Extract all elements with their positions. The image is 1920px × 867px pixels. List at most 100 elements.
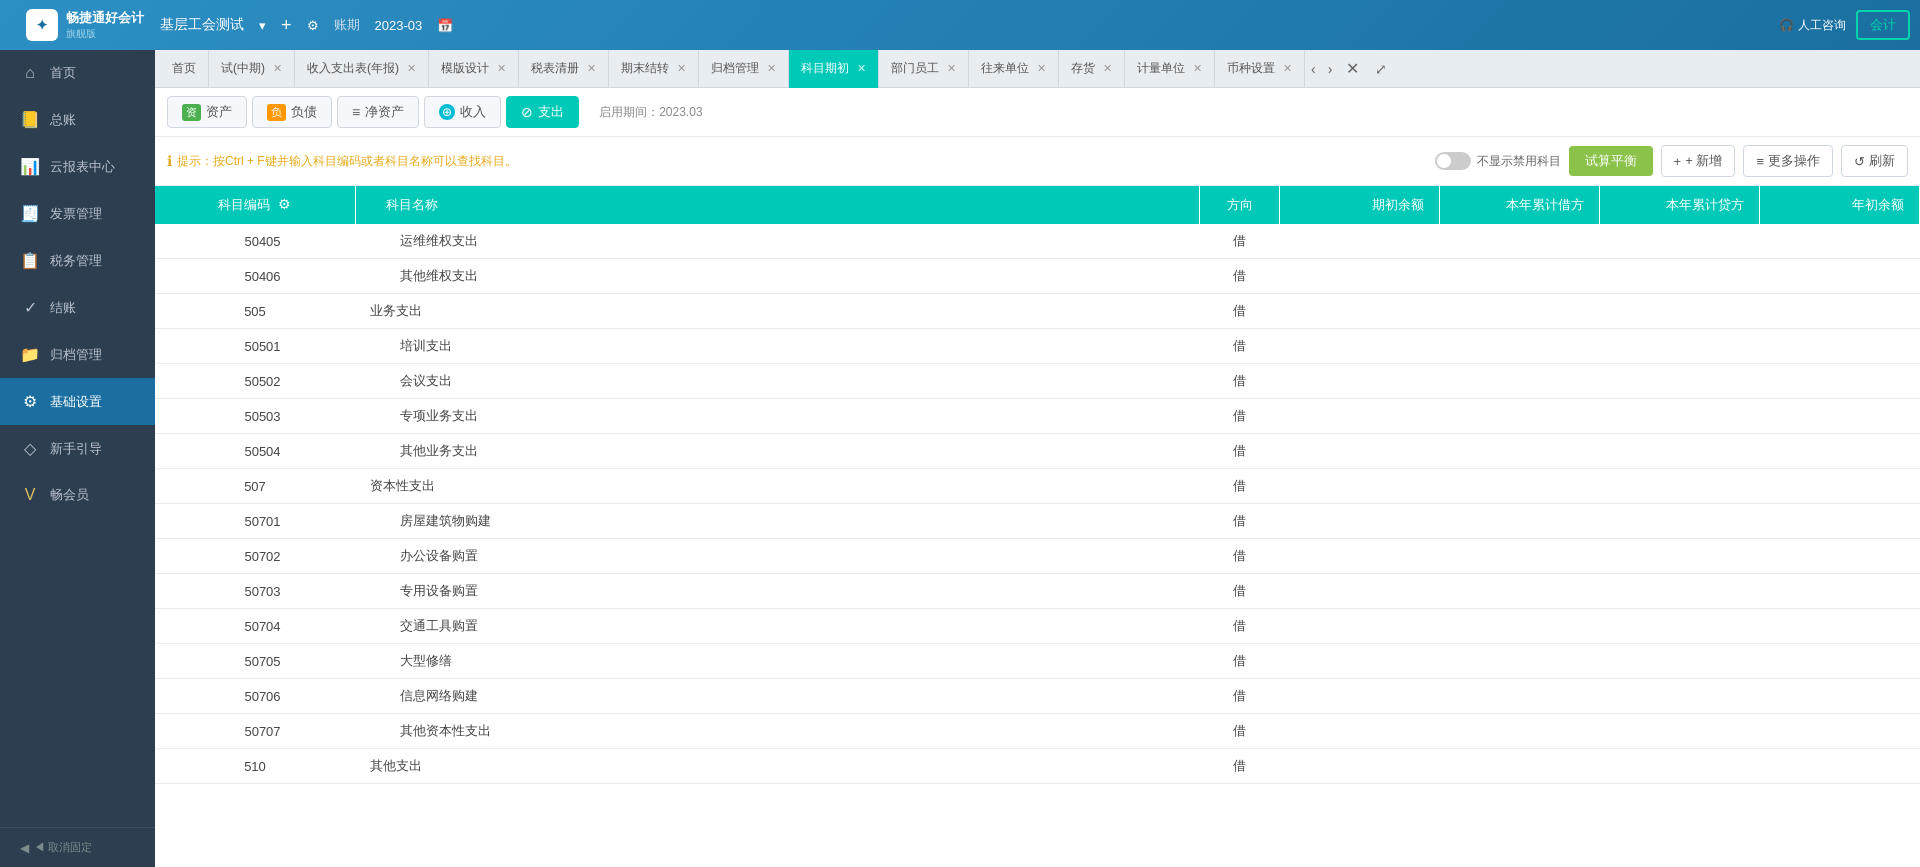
cell-balance <box>1280 539 1440 574</box>
sidebar-item-settings[interactable]: ⚙ 基础设置 <box>0 378 155 425</box>
tab-counterpart[interactable]: 往来单位 ✕ <box>969 50 1059 88</box>
sidebar-item-label: 新手引导 <box>50 440 102 458</box>
sub-tab-net-asset-label: 净资产 <box>365 103 404 121</box>
table-row[interactable]: 50701 房屋建筑物购建 借 <box>155 504 1920 539</box>
table-row[interactable]: 510 其他支出 借 <box>155 749 1920 784</box>
table-row[interactable]: 50704 交通工具购置 借 <box>155 609 1920 644</box>
add-button[interactable]: + + 新增 <box>1661 145 1736 177</box>
cell-ytd-balance <box>1760 329 1920 364</box>
tab-home[interactable]: 首页 <box>160 50 209 88</box>
table-row[interactable]: 50501 培训支出 借 <box>155 329 1920 364</box>
more-icon: ≡ <box>1756 154 1764 169</box>
dropdown-icon[interactable]: ▾ <box>259 18 266 33</box>
refresh-button[interactable]: ↺ 刷新 <box>1841 145 1908 177</box>
sidebar-item-guide[interactable]: ◇ 新手引导 <box>0 425 155 472</box>
sub-tab-expense[interactable]: ⊘ 支出 <box>506 96 579 128</box>
calendar-icon[interactable]: 📅 <box>437 18 453 33</box>
tab-expand[interactable]: ⤢ <box>1367 50 1395 88</box>
col-header-balance: 期初余额 <box>1280 186 1440 224</box>
tab-currency[interactable]: 币种设置 ✕ <box>1215 50 1305 88</box>
cell-ytd-balance <box>1760 749 1920 784</box>
table-row[interactable]: 50405 运维维权支出 借 <box>155 224 1920 259</box>
logo-sub: 旗舰版 <box>66 27 144 41</box>
tab-close-template[interactable]: ✕ <box>497 62 506 75</box>
sub-tab-income[interactable]: ⊕ 收入 <box>424 96 501 128</box>
table-row[interactable]: 50706 信息网络购建 借 <box>155 679 1920 714</box>
tab-income-report[interactable]: 收入支出表(年报) ✕ <box>295 50 429 88</box>
sidebar-item-tax[interactable]: 📋 税务管理 <box>0 237 155 284</box>
add-tab-btn[interactable]: + <box>281 15 292 36</box>
calc-balance-button[interactable]: 试算平衡 <box>1569 146 1653 176</box>
add-icon: + <box>1674 154 1682 169</box>
toggle-switch[interactable] <box>1435 152 1471 170</box>
table-wrapper[interactable]: 科目编码 ⚙ 科目名称 方向 期初余额 本年累计借方 本年累计贷方 年初余额 <box>155 186 1920 867</box>
period-label: 账期 <box>334 16 360 34</box>
tab-close-archive-mgmt[interactable]: ✕ <box>767 62 776 75</box>
sidebar-item-reports[interactable]: 📊 云报表中心 <box>0 143 155 190</box>
sub-tab-asset[interactable]: 资 资产 <box>167 96 247 128</box>
table-row[interactable]: 507 资本性支出 借 <box>155 469 1920 504</box>
cell-ytd-debit <box>1440 364 1600 399</box>
subjects-table: 科目编码 ⚙ 科目名称 方向 期初余额 本年累计借方 本年累计贷方 年初余额 <box>155 186 1920 784</box>
table-row[interactable]: 50707 其他资本性支出 借 <box>155 714 1920 749</box>
table-row[interactable]: 505 业务支出 借 <box>155 294 1920 329</box>
sidebar-item-ledger[interactable]: 📒 总账 <box>0 96 155 143</box>
tab-close-currency[interactable]: ✕ <box>1283 62 1292 75</box>
tab-close-trial[interactable]: ✕ <box>273 62 282 75</box>
tab-close-dept-emp[interactable]: ✕ <box>947 62 956 75</box>
table-row[interactable]: 50702 办公设备购置 借 <box>155 539 1920 574</box>
cell-ytd-credit <box>1600 609 1760 644</box>
tab-archive-mgmt[interactable]: 归档管理 ✕ <box>699 50 789 88</box>
tab-nav-next[interactable]: › <box>1322 50 1339 88</box>
table-row[interactable]: 50406 其他维权支出 借 <box>155 259 1920 294</box>
cell-name: 大型修缮 <box>355 644 1200 679</box>
tab-tax-clear[interactable]: 税表清册 ✕ <box>519 50 609 88</box>
cell-ytd-credit <box>1600 714 1760 749</box>
sub-tab-liability-label: 负债 <box>291 103 317 121</box>
ledger-icon: 📒 <box>20 110 40 129</box>
cell-ytd-debit <box>1440 679 1600 714</box>
tab-close-subject-init[interactable]: ✕ <box>857 62 866 75</box>
sidebar-item-label: 总账 <box>50 111 76 129</box>
sidebar-item-archive[interactable]: 📁 归档管理 <box>0 331 155 378</box>
sidebar-item-member[interactable]: V 畅会员 <box>0 472 155 518</box>
refresh-icon: ↺ <box>1854 154 1865 169</box>
table-row[interactable]: 50502 会议支出 借 <box>155 364 1920 399</box>
tab-close-unit[interactable]: ✕ <box>1193 62 1202 75</box>
cell-name: 培训支出 <box>355 329 1200 364</box>
tab-close-income-report[interactable]: ✕ <box>407 62 416 75</box>
tab-close-all[interactable]: ✕ <box>1338 50 1367 88</box>
table-row[interactable]: 50703 专用设备购置 借 <box>155 574 1920 609</box>
more-button[interactable]: ≡ 更多操作 <box>1743 145 1833 177</box>
table-row[interactable]: 50504 其他业务支出 借 <box>155 434 1920 469</box>
tab-unit[interactable]: 计量单位 ✕ <box>1125 50 1215 88</box>
table-row[interactable]: 50503 专项业务支出 借 <box>155 399 1920 434</box>
tab-template[interactable]: 模版设计 ✕ <box>429 50 519 88</box>
tab-inventory[interactable]: 存货 ✕ <box>1059 50 1125 88</box>
tab-dept-emp[interactable]: 部门员工 ✕ <box>879 50 969 88</box>
sidebar-collapse-btn[interactable]: ◀ ◀ 取消固定 <box>0 827 155 867</box>
cell-ytd-balance <box>1760 224 1920 259</box>
tab-close-period-end[interactable]: ✕ <box>677 62 686 75</box>
cell-ytd-credit <box>1600 224 1760 259</box>
accounting-button[interactable]: 会计 <box>1856 10 1910 40</box>
tab-subject-init[interactable]: 科目期初 ✕ <box>789 50 879 88</box>
column-settings-icon[interactable]: ⚙ <box>278 196 291 212</box>
sub-tab-liability[interactable]: 负 负债 <box>252 96 332 128</box>
tab-close-tax-clear[interactable]: ✕ <box>587 62 596 75</box>
tab-close-counterpart[interactable]: ✕ <box>1037 62 1046 75</box>
table-row[interactable]: 50705 大型修缮 借 <box>155 644 1920 679</box>
cell-code: 50703 <box>155 574 355 609</box>
tab-nav-prev[interactable]: ‹ <box>1305 50 1322 88</box>
tab-period-end[interactable]: 期末结转 ✕ <box>609 50 699 88</box>
sidebar-item-invoice[interactable]: 🧾 发票管理 <box>0 190 155 237</box>
cell-name: 运维维权支出 <box>355 224 1200 259</box>
tab-close-inventory[interactable]: ✕ <box>1103 62 1112 75</box>
sidebar-item-home[interactable]: ⌂ 首页 <box>0 50 155 96</box>
settings-icon[interactable]: ⚙ <box>307 18 319 33</box>
consult-button[interactable]: 🎧 人工咨询 <box>1779 17 1846 34</box>
cell-ytd-debit <box>1440 434 1600 469</box>
tab-trial[interactable]: 试(中期) ✕ <box>209 50 295 88</box>
sidebar-item-settle[interactable]: ✓ 结账 <box>0 284 155 331</box>
sub-tab-net-asset[interactable]: ≡ 净资产 <box>337 96 419 128</box>
